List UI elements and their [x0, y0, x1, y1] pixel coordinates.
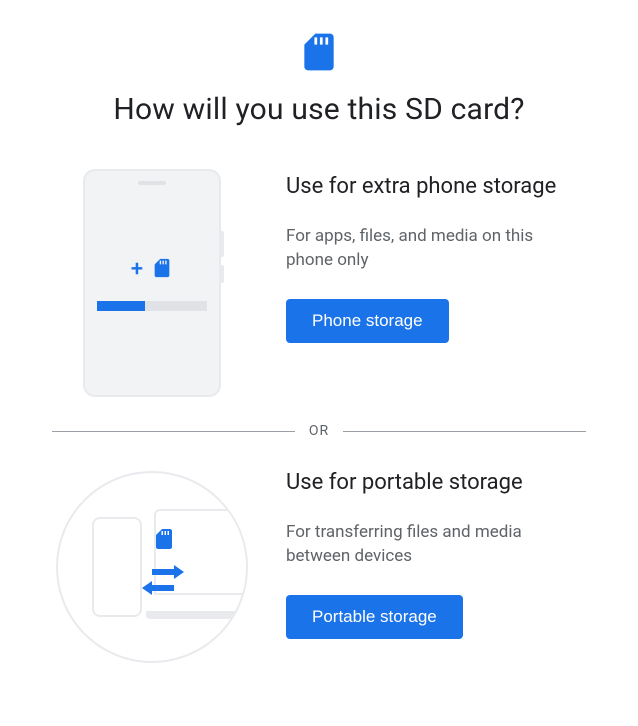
illustration-phone: + — [52, 169, 252, 397]
option-phone-description: For apps, files, and media on this phone… — [286, 224, 546, 273]
phone-storage-button[interactable]: Phone storage — [286, 299, 449, 343]
option-portable-title: Use for portable storage — [286, 469, 586, 498]
illustration-portable — [52, 465, 252, 663]
divider: OR — [52, 423, 586, 439]
option-phone-title: Use for extra phone storage — [286, 173, 586, 202]
option-portable-description: For transferring files and media between… — [286, 520, 546, 569]
sd-card-small-icon — [151, 257, 173, 283]
storage-progress-bar — [97, 301, 207, 311]
page-title: How will you use this SD card? — [40, 92, 598, 127]
divider-label: OR — [295, 423, 343, 439]
option-phone-storage: + Use for extra phone storage For apps, … — [40, 169, 598, 397]
option-portable-storage: Use for portable storage For transferrin… — [40, 465, 598, 663]
plus-icon: + — [131, 259, 143, 281]
sd-card-small-icon — [152, 527, 176, 555]
sd-card-icon — [40, 30, 598, 74]
transfer-arrows-icon — [146, 569, 186, 605]
portable-storage-button[interactable]: Portable storage — [286, 595, 463, 639]
